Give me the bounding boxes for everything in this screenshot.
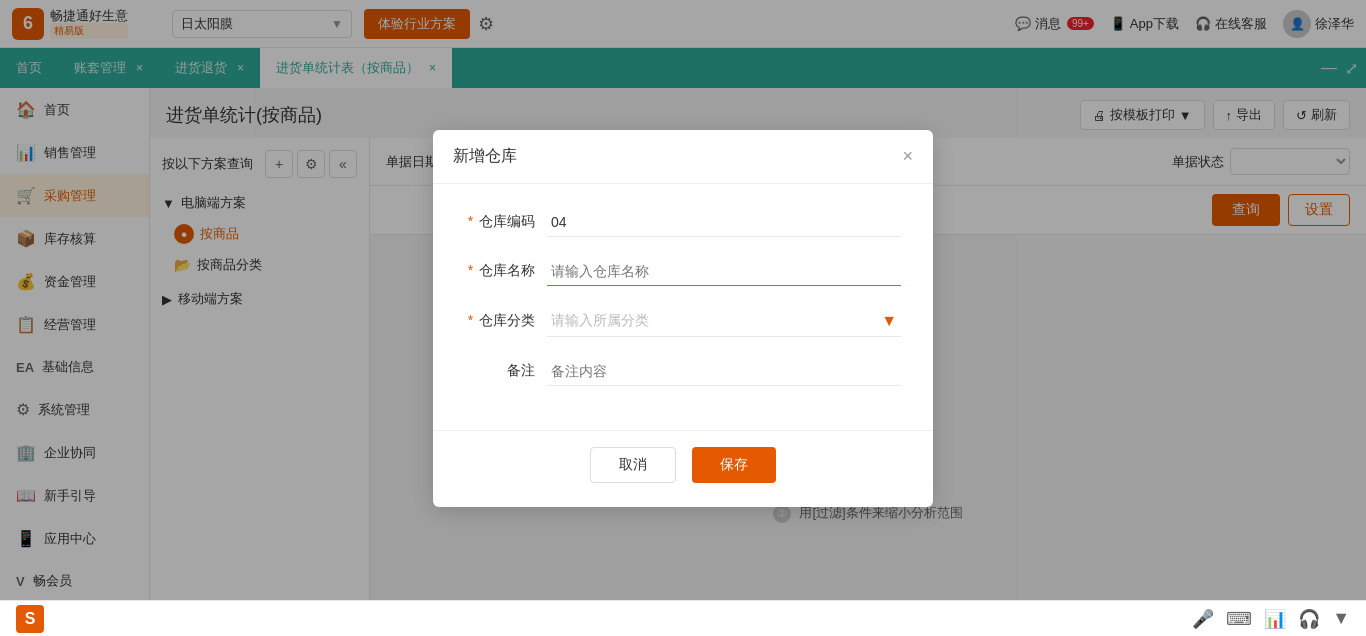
name-label: * 仓库名称 (465, 262, 535, 280)
warehouse-name-input[interactable] (547, 257, 901, 286)
add-warehouse-modal: 新增仓库 × * 仓库编码 * 仓库名称 (433, 130, 933, 507)
notes-input[interactable] (547, 357, 901, 386)
save-button[interactable]: 保存 (692, 447, 776, 483)
brand-s-icon: S (16, 605, 44, 633)
category-dropdown-icon: ▼ (881, 312, 897, 330)
name-label-text: 仓库名称 (479, 262, 535, 278)
code-label: * 仓库编码 (465, 213, 535, 231)
cancel-button[interactable]: 取消 (590, 447, 676, 483)
form-row-category: * 仓库分类 请输入所属分类 ▼ (465, 306, 901, 337)
notes-label-text: 备注 (507, 362, 535, 378)
headset-bottom-icon[interactable]: 🎧 (1298, 608, 1320, 630)
category-select-row[interactable]: 请输入所属分类 ▼ (547, 306, 901, 337)
modal-footer: 取消 保存 (433, 431, 933, 507)
modal-title: 新增仓库 (453, 146, 517, 167)
chart-icon[interactable]: 📊 (1264, 608, 1286, 630)
modal-body: * 仓库编码 * 仓库名称 * 仓库分类 请输入 (433, 184, 933, 430)
mic-icon[interactable]: 🎤 (1192, 608, 1214, 630)
code-label-text: 仓库编码 (479, 213, 535, 229)
form-row-notes: 备注 (465, 357, 901, 386)
bottom-brand: S (16, 605, 44, 633)
modal-close-button[interactable]: × (902, 146, 913, 167)
form-row-code: * 仓库编码 (465, 208, 901, 237)
notes-label: 备注 (465, 362, 535, 380)
modal-overlay: 新增仓库 × * 仓库编码 * 仓库名称 (0, 0, 1366, 636)
bottom-bar: S 🎤 ⌨ 📊 🎧 ▼ (0, 600, 1366, 636)
modal-header: 新增仓库 × (433, 130, 933, 184)
arrow-down-icon[interactable]: ▼ (1332, 608, 1350, 629)
keyboard-icon[interactable]: ⌨ (1226, 608, 1252, 630)
category-placeholder: 请输入所属分类 (551, 312, 881, 330)
category-label-text: 仓库分类 (479, 312, 535, 328)
warehouse-code-input[interactable] (547, 208, 901, 237)
category-label: * 仓库分类 (465, 312, 535, 330)
form-row-name: * 仓库名称 (465, 257, 901, 286)
